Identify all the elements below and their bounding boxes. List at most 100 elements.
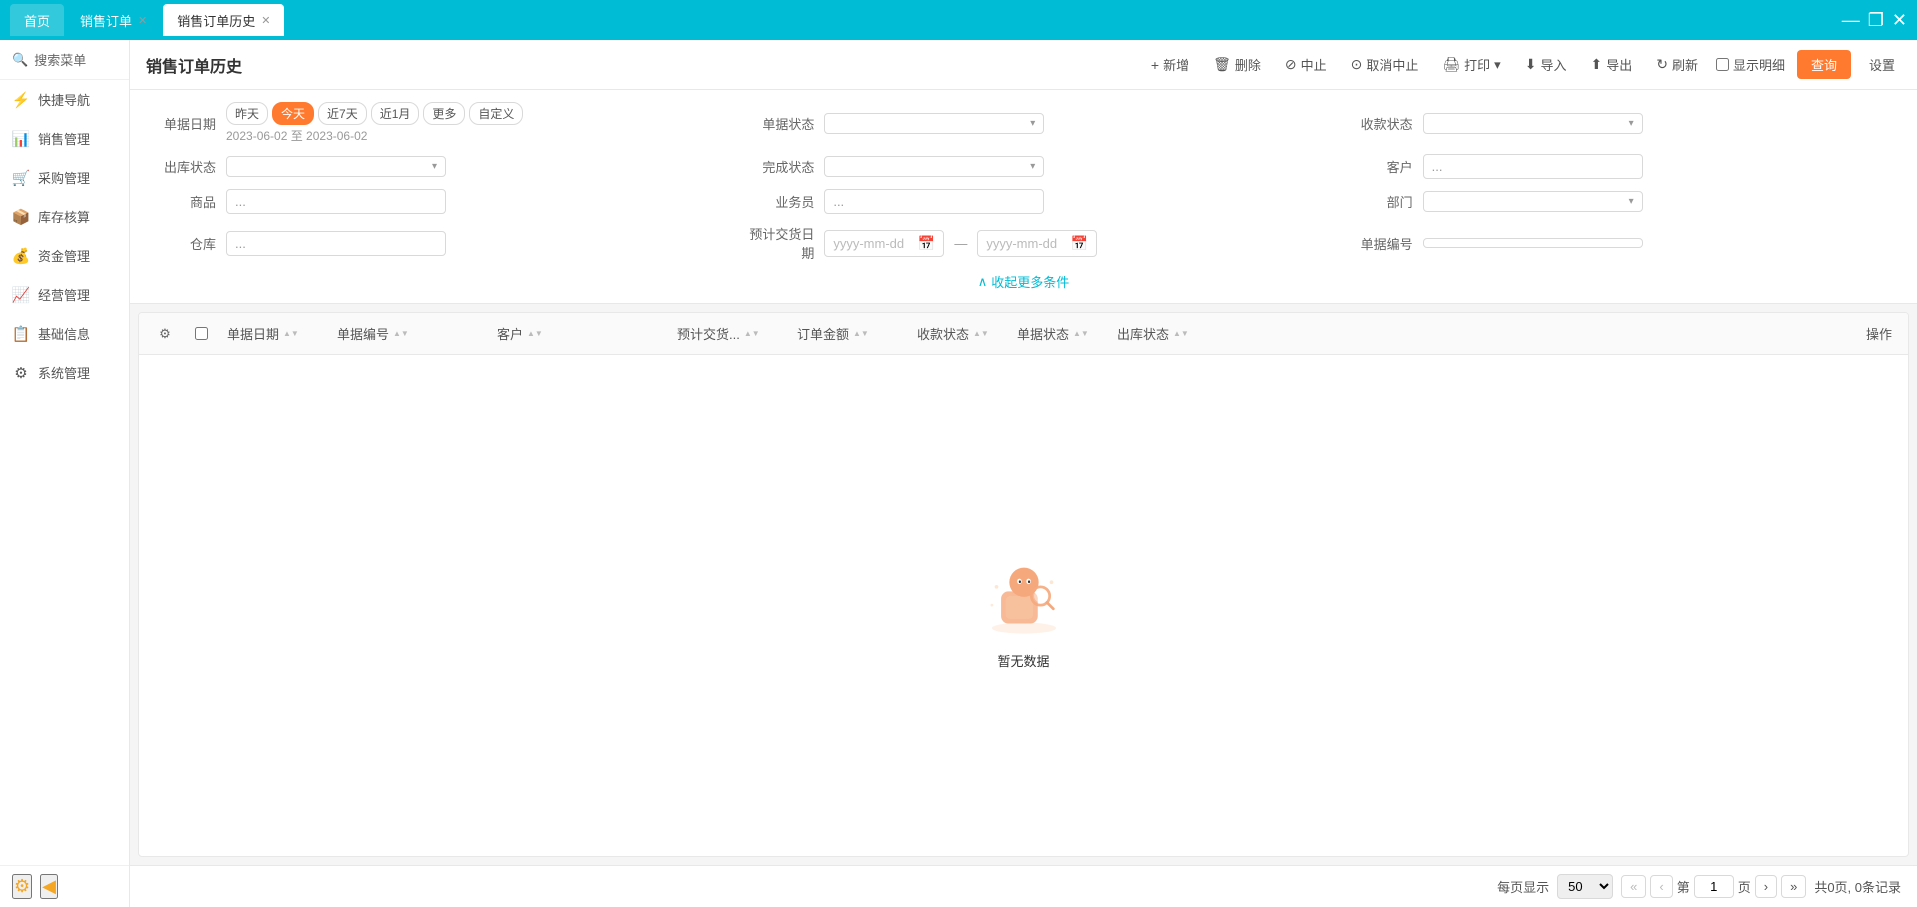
sidebar-item-sys-mgmt[interactable]: ⚙ 系统管理 bbox=[0, 353, 129, 392]
th-date[interactable]: 单据日期 ▲▼ bbox=[219, 324, 329, 343]
tab-home-label: 首页 bbox=[24, 11, 50, 30]
display-detail-control[interactable]: 显示明细 bbox=[1716, 55, 1785, 74]
filter-area: 单据日期 昨天 今天 近7天 近1月 更多 自定义 2023-06-02 至 2… bbox=[130, 90, 1917, 304]
warehouse-input[interactable]: ... bbox=[226, 231, 446, 256]
tab-sales-order-history-close[interactable]: ✕ bbox=[261, 14, 270, 27]
sidebar-item-quick-nav[interactable]: ⚡ 快捷导航 bbox=[0, 80, 129, 119]
payment-status-label: 收款状态 bbox=[1343, 114, 1423, 133]
restore-button[interactable]: ❐ bbox=[1868, 10, 1884, 31]
date-badge-7days[interactable]: 近7天 bbox=[318, 102, 367, 125]
sidebar-item-business-mgmt[interactable]: 📈 经营管理 bbox=[0, 275, 129, 314]
th-action-label: 操作 bbox=[1866, 324, 1892, 343]
stop-button[interactable]: ⊘ 中止 bbox=[1279, 52, 1333, 77]
export-button[interactable]: ⬆ 导出 bbox=[1584, 52, 1638, 77]
display-detail-checkbox[interactable] bbox=[1716, 58, 1729, 71]
th-order-status-sort-icon: ▲▼ bbox=[1073, 329, 1089, 338]
order-status-arrow-icon: ▾ bbox=[1030, 118, 1035, 129]
stock-status-select[interactable]: ▾ bbox=[226, 156, 446, 177]
dept-select[interactable]: ▾ bbox=[1423, 191, 1643, 212]
tab-sales-order[interactable]: 销售订单 ✕ bbox=[66, 4, 161, 36]
th-num[interactable]: 单据编号 ▲▼ bbox=[329, 324, 489, 343]
th-customer-label: 客户 bbox=[497, 324, 523, 343]
payment-status-select[interactable]: ▾ bbox=[1423, 113, 1643, 134]
payment-status-arrow-icon: ▾ bbox=[1629, 118, 1634, 129]
th-num-sort-icon: ▲▼ bbox=[393, 329, 409, 338]
customer-label: 客户 bbox=[1343, 157, 1423, 176]
date-badge-more[interactable]: 更多 bbox=[423, 102, 465, 125]
add-icon: + bbox=[1151, 57, 1159, 73]
per-page-select[interactable]: 50 10 20 100 bbox=[1557, 874, 1613, 899]
prev-page-button[interactable]: ‹ bbox=[1650, 875, 1672, 898]
th-customer[interactable]: 客户 ▲▼ bbox=[489, 324, 669, 343]
stock-status-control: ▾ bbox=[226, 156, 704, 177]
salesperson-control: ... bbox=[824, 189, 1302, 214]
table-header: ⚙ 单据日期 ▲▼ 单据编号 ▲▼ 客户 ▲▼ 预计交货... bbox=[139, 313, 1908, 355]
date-badge-yesterday[interactable]: 昨天 bbox=[226, 102, 268, 125]
th-amount[interactable]: 订单金额 ▲▼ bbox=[789, 324, 909, 343]
delete-button[interactable]: 🗑 删除 bbox=[1207, 52, 1267, 77]
close-button[interactable]: ✕ bbox=[1892, 10, 1907, 31]
delivery-date-label: 预计交货日期 bbox=[744, 224, 824, 262]
tab-sales-order-close[interactable]: ✕ bbox=[138, 14, 147, 27]
minimize-button[interactable]: — bbox=[1842, 10, 1860, 31]
table-settings-button[interactable]: ⚙ bbox=[147, 326, 183, 342]
sidebar-search[interactable]: 🔍 搜索菜单 bbox=[0, 40, 129, 80]
date-badge-today[interactable]: 今天 bbox=[272, 102, 314, 125]
query-button[interactable]: 查询 bbox=[1797, 50, 1851, 79]
product-dots: ... bbox=[235, 194, 246, 209]
th-order-status[interactable]: 单据状态 ▲▼ bbox=[1009, 324, 1109, 343]
import-button[interactable]: ⬇ 导入 bbox=[1519, 52, 1573, 77]
sidebar-item-fund-mgmt-label: 资金管理 bbox=[38, 246, 90, 265]
sidebar-item-purchase-mgmt[interactable]: 🛒 采购管理 bbox=[0, 158, 129, 197]
date-badge-custom[interactable]: 自定义 bbox=[469, 102, 523, 125]
table-select-all[interactable] bbox=[183, 327, 219, 340]
th-delivery[interactable]: 预计交货... ▲▼ bbox=[669, 324, 789, 343]
complete-status-select[interactable]: ▾ bbox=[824, 156, 1044, 177]
filter-row-2: 出库状态 ▾ 完成状态 ▾ 客户 ... bbox=[146, 154, 1901, 179]
stock-status-label: 出库状态 bbox=[146, 157, 226, 176]
sidebar-item-quick-nav-label: 快捷导航 bbox=[38, 90, 90, 109]
customer-dots: ... bbox=[1432, 159, 1443, 174]
order-num-label: 单据编号 bbox=[1343, 234, 1423, 253]
empty-state: 暂无数据 bbox=[139, 355, 1908, 856]
last-page-button[interactable]: » bbox=[1781, 875, 1806, 898]
order-status-select[interactable]: ▾ bbox=[824, 113, 1044, 134]
salesperson-input[interactable]: ... bbox=[824, 189, 1044, 214]
th-date-label: 单据日期 bbox=[227, 324, 279, 343]
print-button[interactable]: 🖨 打印 ▾ bbox=[1436, 52, 1506, 77]
cancel-stop-button[interactable]: ⊙ 取消中止 bbox=[1345, 52, 1425, 77]
th-customer-sort-icon: ▲▼ bbox=[527, 329, 543, 338]
select-all-checkbox[interactable] bbox=[195, 327, 208, 340]
th-pay-status[interactable]: 收款状态 ▲▼ bbox=[909, 324, 1009, 343]
delivery-date-start[interactable]: yyyy-mm-dd 📅 bbox=[824, 230, 944, 257]
sidebar-item-sales-mgmt[interactable]: 📊 销售管理 bbox=[0, 119, 129, 158]
th-stock-status[interactable]: 出库状态 ▲▼ bbox=[1109, 324, 1209, 343]
filter-row-3: 商品 ... 业务员 ... 部门 ▾ bbox=[146, 189, 1901, 214]
order-num-input[interactable] bbox=[1423, 238, 1643, 248]
print-arrow-icon: ▾ bbox=[1494, 57, 1501, 73]
refresh-button[interactable]: ↻ 刷新 bbox=[1650, 52, 1704, 77]
sidebar-item-base-info[interactable]: 📋 基础信息 bbox=[0, 314, 129, 353]
sidebar-collapse-button[interactable]: ◀ bbox=[40, 874, 58, 899]
sidebar-item-sales-mgmt-label: 销售管理 bbox=[38, 129, 90, 148]
date-badge-1month[interactable]: 近1月 bbox=[371, 102, 420, 125]
sidebar-settings-button[interactable]: ⚙ bbox=[12, 874, 32, 899]
business-mgmt-icon: 📈 bbox=[12, 286, 30, 304]
top-bar: 首页 销售订单 ✕ 销售订单历史 ✕ — ❐ ✕ bbox=[0, 0, 1917, 40]
collapse-row[interactable]: ∧ 收起更多条件 bbox=[146, 272, 1901, 291]
delivery-date-end[interactable]: yyyy-mm-dd 📅 bbox=[977, 230, 1097, 257]
total-label: 共0页, 0条记录 bbox=[1814, 877, 1901, 896]
tab-home[interactable]: 首页 bbox=[10, 4, 64, 36]
tab-sales-order-history[interactable]: 销售订单历史 ✕ bbox=[163, 4, 284, 36]
page-input[interactable] bbox=[1694, 875, 1734, 898]
add-button[interactable]: + 新增 bbox=[1145, 52, 1195, 77]
dept-control: ▾ bbox=[1423, 191, 1901, 212]
sidebar-item-inventory[interactable]: 📦 库存核算 bbox=[0, 197, 129, 236]
settings-button[interactable]: 设置 bbox=[1863, 52, 1901, 77]
sidebar-item-fund-mgmt[interactable]: 💰 资金管理 bbox=[0, 236, 129, 275]
customer-input[interactable]: ... bbox=[1423, 154, 1643, 179]
first-page-button[interactable]: « bbox=[1621, 875, 1646, 898]
next-page-button[interactable]: › bbox=[1755, 875, 1777, 898]
product-input[interactable]: ... bbox=[226, 189, 446, 214]
product-label: 商品 bbox=[146, 192, 226, 211]
